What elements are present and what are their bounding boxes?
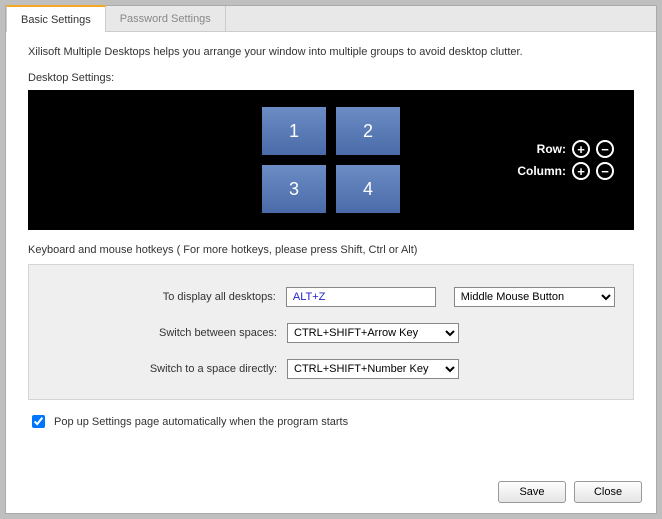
hotkeys-box: To display all desktops: Middle Mouse Bu… — [28, 264, 634, 400]
popup-checkbox-label: Pop up Settings page automatically when … — [54, 416, 348, 428]
row-minus-button[interactable]: − — [596, 140, 614, 158]
close-button[interactable]: Close — [574, 481, 642, 503]
desktop-cell-1[interactable]: 1 — [262, 107, 326, 155]
popup-checkbox[interactable] — [32, 415, 45, 428]
desktop-cell-2[interactable]: 2 — [336, 107, 400, 155]
display-all-label: To display all desktops: — [47, 291, 286, 303]
hotkeys-section-label: Keyboard and mouse hotkeys ( For more ho… — [28, 244, 634, 256]
column-minus-button[interactable]: − — [596, 162, 614, 180]
footer-buttons: Save Close — [498, 481, 642, 503]
settings-panel: Basic Settings Password Settings Xilisof… — [5, 5, 657, 514]
column-plus-button[interactable]: + — [572, 162, 590, 180]
desktop-cell-3[interactable]: 3 — [262, 165, 326, 213]
switch-spaces-label: Switch between spaces: — [47, 327, 287, 339]
tab-basic-settings[interactable]: Basic Settings — [6, 5, 106, 32]
desktop-settings-label: Desktop Settings: — [28, 72, 634, 84]
row-plus-button[interactable]: + — [572, 140, 590, 158]
description-text: Xilisoft Multiple Desktops helps you arr… — [28, 46, 634, 58]
switch-direct-label: Switch to a space directly: — [47, 363, 287, 375]
mouse-button-select[interactable]: Middle Mouse Button — [454, 287, 615, 307]
popup-checkbox-row: Pop up Settings page automatically when … — [28, 412, 634, 431]
desktop-preview: 1 2 3 4 Row: + − Column: + − — [28, 90, 634, 230]
tab-password-settings[interactable]: Password Settings — [106, 6, 226, 31]
switch-spaces-select[interactable]: CTRL+SHIFT+Arrow Key — [287, 323, 459, 343]
save-button[interactable]: Save — [498, 481, 566, 503]
column-label: Column: — [512, 164, 566, 178]
switch-direct-select[interactable]: CTRL+SHIFT+Number Key — [287, 359, 459, 379]
tab-bar: Basic Settings Password Settings — [6, 6, 656, 32]
content-area: Xilisoft Multiple Desktops helps you arr… — [6, 32, 656, 513]
desktop-grid: 1 2 3 4 — [262, 107, 400, 213]
desktop-cell-4[interactable]: 4 — [336, 165, 400, 213]
display-all-input[interactable] — [286, 287, 436, 307]
row-label: Row: — [512, 142, 566, 156]
grid-size-controls: Row: + − Column: + − — [512, 136, 614, 184]
